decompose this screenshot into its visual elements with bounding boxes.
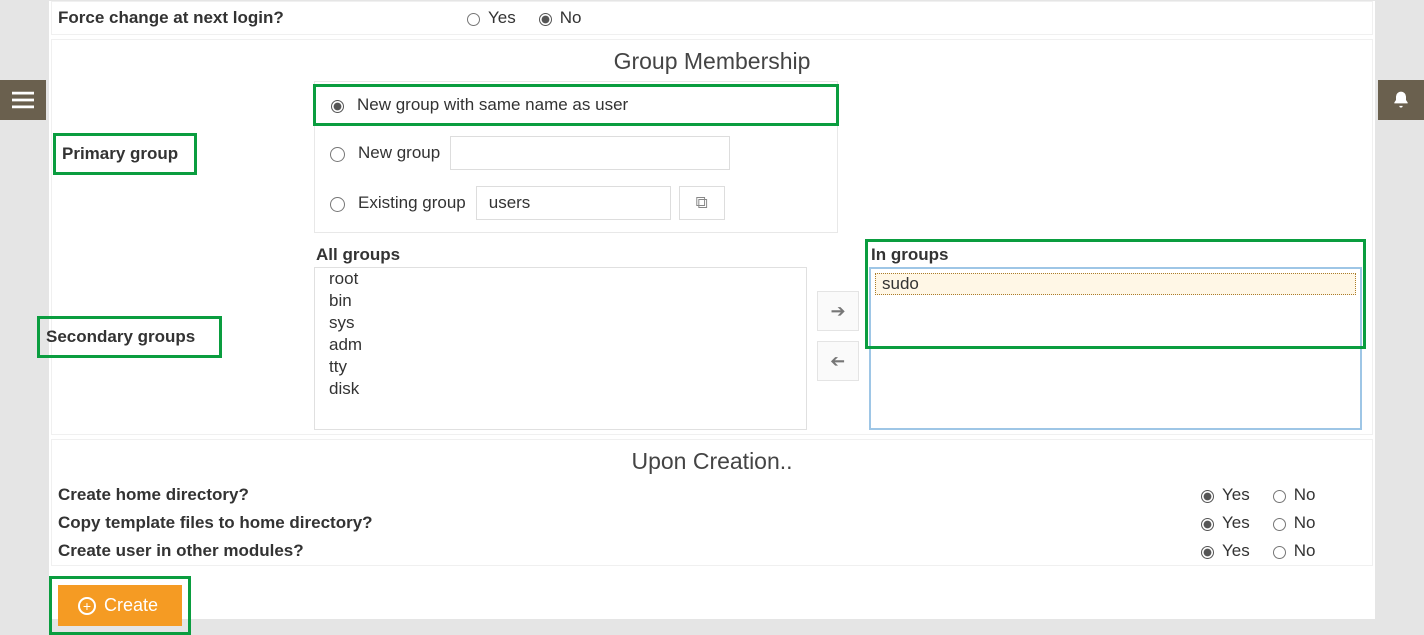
option-yes[interactable]: Yes (1196, 541, 1250, 561)
primary-radio-same-name[interactable] (331, 100, 344, 113)
existing-group-select[interactable]: users (476, 186, 671, 220)
menu-toggle-button[interactable] (0, 80, 46, 120)
option-no[interactable]: No (1268, 513, 1316, 533)
notifications-button[interactable] (1378, 80, 1424, 120)
list-item[interactable]: disk (315, 378, 806, 400)
list-item[interactable]: bin (315, 290, 806, 312)
primary-option-existing[interactable]: Existing group users ⧉ (315, 178, 837, 228)
upon-creation-label: Copy template files to home directory? (58, 513, 1196, 533)
primary-radio-existing[interactable] (330, 197, 345, 212)
bell-icon (1391, 90, 1411, 110)
list-item[interactable]: sudo (875, 273, 1356, 295)
secondary-groups-label: Secondary groups (37, 316, 222, 358)
primary-option-same-name[interactable]: New group with same name as user (313, 84, 839, 126)
hamburger-icon (12, 91, 34, 109)
in-groups-heading: In groups (869, 243, 1362, 267)
arrow-right-icon: ➔ (830, 301, 845, 322)
primary-group-label: Primary group (53, 133, 197, 175)
list-item[interactable]: root (315, 268, 806, 290)
option-yes[interactable]: Yes (1196, 513, 1250, 533)
list-item[interactable]: sys (315, 312, 806, 334)
arrow-left-icon: ➔ (830, 351, 845, 372)
new-group-name-input[interactable] (450, 136, 730, 170)
copy-icon: ⧉ (696, 193, 708, 213)
primary-radio-new-group[interactable] (330, 147, 345, 162)
force-change-label: Force change at next login? (58, 8, 462, 28)
remove-from-groups-button[interactable]: ➔ (817, 341, 859, 381)
option-no[interactable]: No (1268, 485, 1316, 505)
add-to-groups-button[interactable]: ➔ (817, 291, 859, 331)
list-item[interactable]: tty (315, 356, 806, 378)
existing-group-browse-button[interactable]: ⧉ (679, 186, 725, 220)
plus-circle-icon: + (78, 597, 96, 615)
option-no[interactable]: No (1268, 541, 1316, 561)
primary-option-new-group[interactable]: New group (315, 128, 837, 178)
list-item[interactable]: adm (315, 334, 806, 356)
force-change-yes[interactable]: Yes (462, 8, 516, 28)
upon-creation-label: Create user in other modules? (58, 541, 1196, 561)
option-yes[interactable]: Yes (1196, 485, 1250, 505)
all-groups-heading: All groups (314, 243, 807, 267)
force-change-no[interactable]: No (534, 8, 582, 28)
in-groups-listbox[interactable]: sudo (869, 267, 1362, 430)
upon-creation-label: Create home directory? (58, 485, 1196, 505)
upon-creation-heading: Upon Creation.. (52, 440, 1372, 481)
all-groups-listbox[interactable]: rootbinsysadmttydisk (314, 267, 807, 430)
group-membership-heading: Group Membership (52, 40, 1372, 81)
